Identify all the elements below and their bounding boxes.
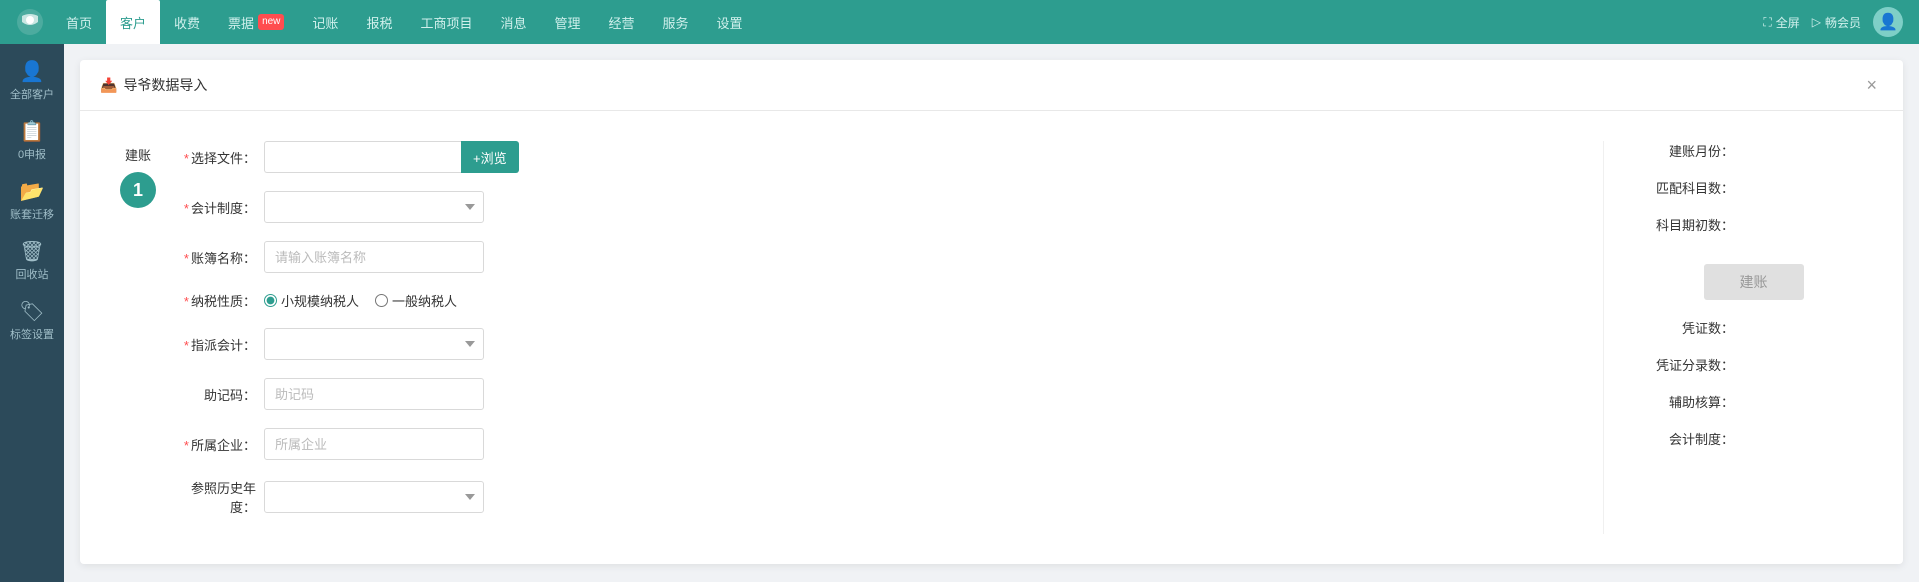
file-select-label: 选择文件： [176,148,256,167]
sidebar-item-all-customers[interactable]: 👤 全部客户 [0,52,64,112]
accountant-select[interactable] [264,328,484,360]
nav-settings[interactable]: 设置 [703,0,757,44]
auxiliary-accounting-row: 辅助核算： [1644,392,1863,411]
migration-icon: 📂 [20,182,45,202]
form-section: 选择文件： +浏览 会计制度： [176,141,1583,534]
ledger-name-label: 账簿名称： [176,248,256,267]
user-avatar[interactable]: 👤 [1873,7,1903,37]
file-select-input[interactable] [264,141,461,173]
tax-type-label: 纳税性质： [176,291,256,310]
general-taxpayer-radio[interactable] [375,294,388,307]
build-account-button[interactable]: 建账 [1704,264,1804,300]
matching-subjects-label: 匹配科目数： [1644,178,1734,197]
nav-home[interactable]: 首页 [52,0,106,44]
historical-year-select[interactable] [264,481,484,513]
historical-year-label: 参照历史年度： [176,478,256,516]
accounting-system-label: 会计制度： [176,198,256,217]
all-customers-icon: 👤 [20,62,45,82]
import-icon: 📥 [100,77,117,94]
subject-initial-label: 科目期初数： [1644,215,1734,234]
sidebar: 👤 全部客户 📋 0申报 📂 账套迁移 🗑 回收站 🏷 标签设置 [0,44,64,582]
company-input[interactable] [264,428,484,460]
tax-type-row: 纳税性质： 小规模纳税人 一般纳税人 [176,291,1583,310]
nav-services[interactable]: 服务 [649,0,703,44]
browse-button[interactable]: +浏览 [461,141,519,173]
memo-code-input[interactable] [264,378,484,410]
tag-settings-icon: 🏷 [19,302,44,322]
accounting-system-row: 会计制度： [176,191,1583,223]
step-circle: 1 [120,172,156,208]
info-section: 建账月份： 匹配科目数： 科目期初数： 建账 凭证数： [1603,141,1863,534]
nav-invoice[interactable]: 票据 new [214,0,298,44]
file-input-group: +浏览 [264,141,484,173]
memo-code-row: 助记码： [176,378,1583,410]
declaration-icon: 📋 [20,122,45,142]
subject-initial-row: 科目期初数： [1644,215,1863,234]
sidebar-item-tag-settings[interactable]: 🏷 标签设置 [0,292,64,352]
nav-right-area: ⛶ 全屏 ▷ 畅会员 👤 [1763,7,1919,37]
general-taxpayer-option[interactable]: 一般纳税人 [375,291,457,310]
fullscreen-icon: ⛶ [1763,15,1771,30]
step-label: 建账 [125,145,151,164]
main-content: 📥 导爷数据导入 × 建账 1 选择文件： [64,44,1919,582]
play-icon: ▷ [1812,15,1821,29]
step-section: 建账 1 选择文件： +浏览 [120,141,1583,534]
voucher-count-label: 凭证数： [1644,318,1734,337]
close-button[interactable]: × [1860,74,1883,96]
sidebar-item-recycle[interactable]: 🗑 回收站 [0,232,64,292]
accounting-system-select[interactable] [264,191,484,223]
historical-year-row: 参照历史年度： [176,478,1583,516]
nav-messages[interactable]: 消息 [486,0,540,44]
small-taxpayer-option[interactable]: 小规模纳税人 [264,291,359,310]
accountant-row: 指派会计： [176,328,1583,360]
accounting-month-row: 建账月份： [1644,141,1863,160]
voucher-entries-label: 凭证分录数： [1644,355,1734,374]
sidebar-item-declaration[interactable]: 📋 0申报 [0,112,64,172]
nav-operations[interactable]: 经营 [595,0,649,44]
nav-items: 首页 客户 收费 票据 new 记账 报税 工商项目 消息 管理 经营 [52,0,1763,44]
fullscreen-button[interactable]: ⛶ 全屏 [1763,14,1799,31]
dialog-header: 📥 导爷数据导入 × [80,60,1903,111]
accounting-month-label: 建账月份： [1644,141,1734,160]
avatar-icon: 👤 [1878,12,1898,32]
recycle-icon: 🗑 [19,242,44,262]
dialog-body: 建账 1 选择文件： +浏览 [80,111,1903,564]
nav-billing[interactable]: 收费 [160,0,214,44]
nav-tax[interactable]: 报税 [352,0,406,44]
ledger-name-row: 账簿名称： [176,241,1583,273]
matching-subjects-row: 匹配科目数： [1644,178,1863,197]
info-accounting-system-label: 会计制度： [1644,429,1734,448]
new-badge: new [258,14,284,30]
memo-code-label: 助记码： [176,385,256,404]
company-label: 所属企业： [176,435,256,454]
main-layout: 👤 全部客户 📋 0申报 📂 账套迁移 🗑 回收站 🏷 标签设置 📥 导 [0,44,1919,582]
company-row: 所属企业： [176,428,1583,460]
accountant-label: 指派会计： [176,335,256,354]
voucher-count-row: 凭证数： [1644,318,1863,337]
file-select-row: 选择文件： +浏览 [176,141,1583,173]
sidebar-item-migration[interactable]: 📂 账套迁移 [0,172,64,232]
dialog-card: 📥 导爷数据导入 × 建账 1 选择文件： [80,60,1903,564]
member-button[interactable]: ▷ 畅会员 [1812,14,1861,31]
auxiliary-accounting-label: 辅助核算： [1644,392,1734,411]
nav-bookkeeping[interactable]: 记账 [298,0,352,44]
nav-management[interactable]: 管理 [540,0,594,44]
nav-business-project[interactable]: 工商项目 [406,0,486,44]
ledger-name-input[interactable] [264,241,484,273]
step-indicator: 建账 1 [120,141,156,208]
dialog-title: 📥 导爷数据导入 [100,75,207,95]
voucher-entries-row: 凭证分录数： [1644,355,1863,374]
top-navigation: 首页 客户 收费 票据 new 记账 报税 工商项目 消息 管理 经营 [0,0,1919,44]
info-accounting-system-row: 会计制度： [1644,429,1863,448]
app-logo [8,0,52,44]
small-taxpayer-radio[interactable] [264,294,277,307]
tax-type-radio-group: 小规模纳税人 一般纳税人 [264,291,457,310]
nav-customers[interactable]: 客户 [106,0,160,44]
